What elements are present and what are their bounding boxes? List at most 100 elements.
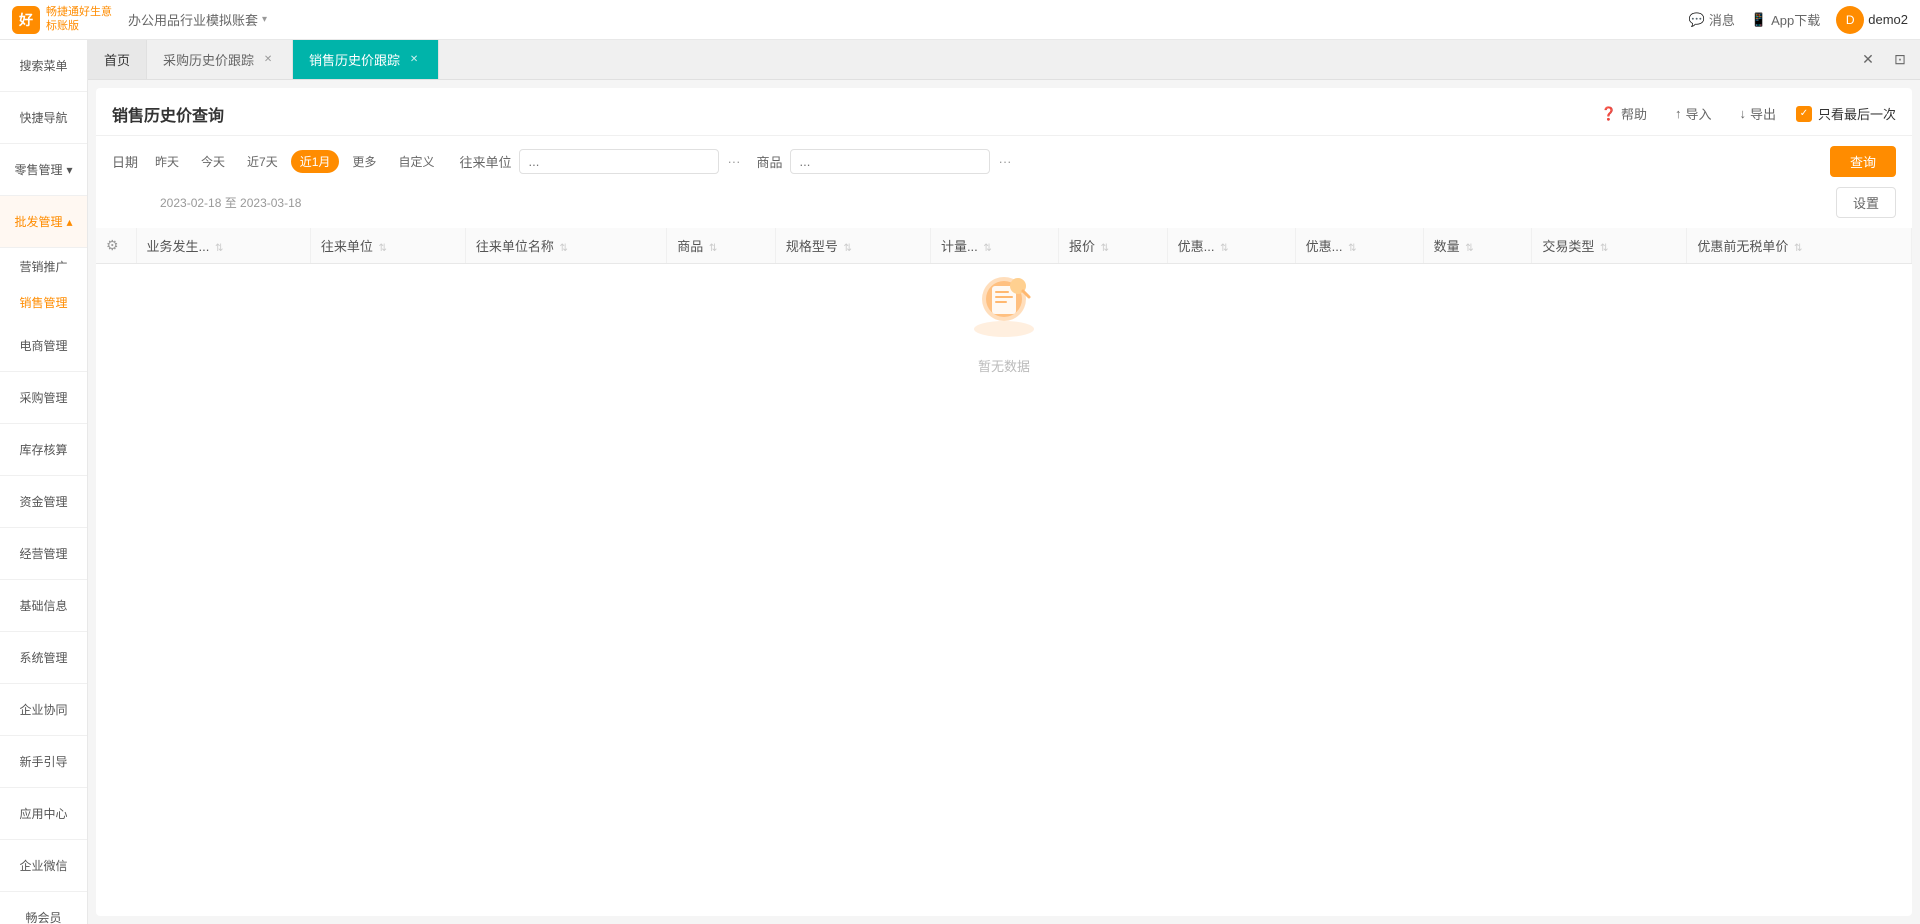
date-btn-more[interactable]: 更多 bbox=[343, 150, 385, 173]
date-btn-7days[interactable]: 近7天 bbox=[238, 150, 287, 173]
sidebar-item-capital-mgmt[interactable]: 资金管理 bbox=[0, 476, 87, 528]
close-tab-action[interactable]: ✕ bbox=[1856, 48, 1880, 72]
capital-mgmt-label: 资金管理 bbox=[19, 493, 67, 510]
sidebar-item-enterprise-collab[interactable]: 企业协同 bbox=[0, 684, 87, 736]
message-button[interactable]: 💬 消息 bbox=[1689, 10, 1735, 29]
table-container: ⚙ 业务发生... ⇅ 往来单位 ⇅ 往来单位名称 bbox=[96, 228, 1912, 916]
sidebar-item-quick-nav[interactable]: 快捷导航 bbox=[0, 92, 87, 144]
goods-dots: ··· bbox=[998, 154, 1011, 169]
date-filter-group: 日期 昨天 今天 近7天 近1月 更多 自定义 bbox=[112, 150, 443, 173]
sidebar-item-sales-mgmt[interactable]: 销售管理 bbox=[0, 284, 87, 320]
sidebar-item-purchase-mgmt[interactable]: 采购管理 bbox=[0, 372, 87, 424]
sidebar-item-sys-mgmt[interactable]: 系统管理 bbox=[0, 632, 87, 684]
ecom-mgmt-label: 电商管理 bbox=[19, 337, 67, 354]
app-selector[interactable]: 办公用品行业模拟账套 ▾ bbox=[120, 6, 275, 33]
sort-trade-type[interactable]: ⇅ bbox=[1600, 243, 1608, 254]
empty-icon bbox=[964, 264, 1044, 344]
sidebar-item-wholesale-mgmt[interactable]: 批发管理 ▴ bbox=[0, 196, 87, 248]
page-header: 销售历史价查询 ❓ 帮助 ↑ 导入 ↓ 导出 ✓ bbox=[96, 88, 1912, 136]
sort-goods[interactable]: ⇅ bbox=[709, 243, 717, 254]
sidebar-item-enterprise-wechat[interactable]: 企业微信 bbox=[0, 840, 87, 892]
filter-area: 日期 昨天 今天 近7天 近1月 更多 自定义 往来单位 ··· bbox=[96, 136, 1912, 187]
export-button[interactable]: ↓ 导出 bbox=[1731, 100, 1784, 127]
sidebar-item-retail-mgmt[interactable]: 零售管理 ▾ bbox=[0, 144, 87, 196]
sidebar-item-app-center[interactable]: 应用中心 bbox=[0, 788, 87, 840]
data-table: ⚙ 业务发生... ⇅ 往来单位 ⇅ 往来单位名称 bbox=[96, 228, 1912, 264]
content-area: 首页 采购历史价跟踪 ✕ 销售历史价跟踪 ✕ ✕ ⊡ 销售历史价查询 bbox=[88, 40, 1920, 924]
partner-dots: ··· bbox=[727, 154, 740, 169]
col-settings: ⚙ bbox=[96, 228, 136, 264]
header-right: 💬 消息 📱 App下载 D demo2 bbox=[1689, 6, 1908, 34]
query-button[interactable]: 查询 bbox=[1830, 146, 1896, 177]
members-label: 畅会员 bbox=[25, 909, 61, 924]
date-btn-custom[interactable]: 自定义 bbox=[389, 150, 443, 173]
sidebar-item-new-guide[interactable]: 新手引导 bbox=[0, 736, 87, 788]
page-title: 销售历史价查询 bbox=[112, 102, 224, 126]
app-center-label: 应用中心 bbox=[19, 805, 67, 822]
table-settings-gear[interactable]: ⚙ bbox=[106, 237, 119, 253]
wholesale-mgmt-arrow: ▴ bbox=[66, 215, 72, 229]
goods-label: 商品 bbox=[756, 152, 782, 171]
help-button[interactable]: ❓ 帮助 bbox=[1593, 100, 1655, 127]
goods-filter-group: 商品 ··· bbox=[756, 149, 1011, 174]
enterprise-wechat-label: 企业微信 bbox=[19, 857, 67, 874]
sales-mgmt-label: 销售管理 bbox=[19, 294, 67, 311]
col-discount1: 优惠... ⇅ bbox=[1167, 228, 1295, 264]
page-header-actions: ❓ 帮助 ↑ 导入 ↓ 导出 ✓ 只看最后一次 bbox=[1593, 100, 1896, 127]
marketing-promo-label: 营销推广 bbox=[19, 258, 67, 275]
sort-pretax-price[interactable]: ⇅ bbox=[1794, 243, 1802, 254]
date-btn-yesterday[interactable]: 昨天 bbox=[146, 150, 188, 173]
username: demo2 bbox=[1868, 12, 1908, 27]
sys-mgmt-label: 系统管理 bbox=[19, 649, 67, 666]
filter-row: 2023-02-18 至 2023-03-18 设置 bbox=[96, 187, 1912, 228]
sidebar-item-basic-info[interactable]: 基础信息 bbox=[0, 580, 87, 632]
only-last-checkbox[interactable]: ✓ 只看最后一次 bbox=[1796, 104, 1896, 123]
tab-home[interactable]: 首页 bbox=[88, 40, 147, 79]
sort-unit[interactable]: ⇅ bbox=[983, 243, 991, 254]
main-container: 搜索菜单 快捷导航 零售管理 ▾ 批发管理 ▴ 营销推广 销售管理 电商管理 采… bbox=[0, 40, 1920, 924]
date-btn-today[interactable]: 今天 bbox=[192, 150, 234, 173]
page-content: 销售历史价查询 ❓ 帮助 ↑ 导入 ↓ 导出 ✓ bbox=[96, 88, 1912, 916]
sort-spec[interactable]: ⇅ bbox=[844, 243, 852, 254]
tab-sales-history-close[interactable]: ✕ bbox=[406, 52, 422, 68]
sort-discount1[interactable]: ⇅ bbox=[1220, 243, 1228, 254]
sidebar-item-ecom-mgmt[interactable]: 电商管理 bbox=[0, 320, 87, 372]
sidebar-item-marketing-promo[interactable]: 营销推广 bbox=[0, 248, 87, 284]
sidebar-item-search-menu[interactable]: 搜索菜单 bbox=[0, 40, 87, 92]
new-guide-label: 新手引导 bbox=[19, 753, 67, 770]
export-icon: ↓ bbox=[1739, 106, 1746, 121]
sidebar-item-members[interactable]: 畅会员 bbox=[0, 892, 87, 924]
sidebar: 搜索菜单 快捷导航 零售管理 ▾ 批发管理 ▴ 营销推广 销售管理 电商管理 采… bbox=[0, 40, 88, 924]
sort-quantity[interactable]: ⇅ bbox=[1465, 243, 1473, 254]
checkbox-icon: ✓ bbox=[1796, 106, 1812, 122]
col-pretax-price: 优惠前无税单价 ⇅ bbox=[1687, 228, 1912, 264]
col-price: 报价 ⇅ bbox=[1058, 228, 1167, 264]
sidebar-item-inventory-check[interactable]: 库存核算 bbox=[0, 424, 87, 476]
restore-window-button[interactable]: ⊡ bbox=[1888, 48, 1912, 72]
import-button[interactable]: ↑ 导入 bbox=[1667, 100, 1720, 127]
partner-input[interactable] bbox=[519, 149, 719, 174]
sort-partner-name[interactable]: ⇅ bbox=[559, 243, 567, 254]
tab-purchase-history-close[interactable]: ✕ bbox=[260, 52, 276, 68]
sort-discount2[interactable]: ⇅ bbox=[1348, 243, 1356, 254]
sidebar-item-ops-mgmt[interactable]: 经营管理 bbox=[0, 528, 87, 580]
import-label: 导入 bbox=[1685, 104, 1711, 123]
tab-purchase-history[interactable]: 采购历史价跟踪 ✕ bbox=[147, 40, 293, 79]
tab-sales-history[interactable]: 销售历史价跟踪 ✕ bbox=[293, 40, 439, 79]
sort-price[interactable]: ⇅ bbox=[1101, 243, 1109, 254]
date-range-text: 2023-02-18 至 2023-03-18 bbox=[160, 194, 301, 211]
ops-mgmt-label: 经营管理 bbox=[19, 545, 67, 562]
sort-biz-date[interactable]: ⇅ bbox=[215, 243, 223, 254]
empty-state: 暂无数据 bbox=[96, 264, 1912, 375]
phone-icon: 📱 bbox=[1751, 12, 1767, 28]
col-partner-name: 往来单位名称 ⇅ bbox=[465, 228, 666, 264]
date-btn-1month[interactable]: 近1月 bbox=[291, 150, 340, 173]
avatar: D bbox=[1836, 6, 1864, 34]
settings-button[interactable]: 设置 bbox=[1836, 187, 1896, 218]
app-download-button[interactable]: 📱 App下载 bbox=[1751, 10, 1820, 29]
col-discount2: 优惠... ⇅ bbox=[1295, 228, 1423, 264]
goods-input[interactable] bbox=[790, 149, 990, 174]
sort-partner-code[interactable]: ⇅ bbox=[378, 243, 386, 254]
user-menu[interactable]: D demo2 bbox=[1836, 6, 1908, 34]
tab-purchase-history-label: 采购历史价跟踪 bbox=[163, 50, 254, 69]
